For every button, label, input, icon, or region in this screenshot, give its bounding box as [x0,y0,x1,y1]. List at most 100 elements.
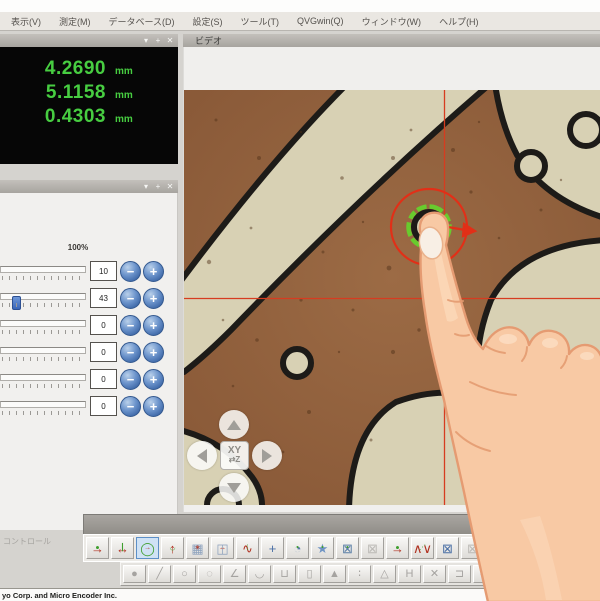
menu-item[interactable]: ヘルプ(H) [430,15,488,28]
pin-icon[interactable]: + [153,36,163,45]
slider-track[interactable] [0,320,86,327]
slider-value-field[interactable]: 10 [90,261,117,281]
menu-item[interactable]: QVGwin(Q) [288,16,353,26]
dro-value: 4.2690 [44,58,106,79]
shape-angle[interactable]: ∠ [223,565,246,583]
slider-ticks [2,330,84,334]
decrement-button[interactable]: − [120,315,141,336]
slider-track[interactable] [0,374,86,381]
menu-item[interactable]: データベース(D) [100,15,184,28]
down-arrow-icon [227,482,241,493]
stage-right-button[interactable] [252,441,282,470]
tool-box-measure[interactable]: ⊠ • [336,537,359,559]
xy-z-toggle-button[interactable]: XY ⇄Z [220,441,249,470]
menu-bar: 表示(V) 測定(M) データベース(D) 設定(S) ツール(T) QVGwin(Q) ウ… [0,12,600,31]
tool-box-disabled[interactable]: ⊠ [361,537,384,559]
tool-crosshair-probe[interactable]: + [261,537,284,559]
panel-menu-icon[interactable]: ▾ [141,36,151,45]
decrement-button[interactable]: − [120,288,141,309]
dro-unit: mm [115,90,133,101]
slider-ticks [2,276,84,280]
close-icon[interactable]: ✕ [165,182,175,191]
counter-panel-titlebar[interactable]: ▾ + ✕ [0,34,178,47]
slider-track[interactable] [0,266,86,273]
shape-point[interactable]: ● [123,565,146,583]
tool-one-click-circle[interactable]: ◔ • [286,537,309,559]
decrement-button[interactable]: − [120,342,141,363]
shape-rect[interactable]: ▯ [298,565,321,583]
increment-button[interactable]: + [143,315,164,336]
slider-row: 43 − + [0,288,177,310]
increment-button[interactable]: + [143,396,164,417]
menu-item[interactable]: 設定(S) [184,15,232,28]
slider-ticks [2,303,84,307]
slider-ticks [2,357,84,361]
stage-down-button[interactable] [219,473,249,502]
pin-icon[interactable]: + [153,182,163,191]
slider-value-field[interactable]: 0 [90,342,117,362]
dro-row: 4.2690 mm [0,58,178,82]
tool-circle-detect[interactable]: ◯ → [136,537,159,559]
app-window: 表示(V) 測定(M) データベース(D) 設定(S) ツール(T) QVGwin(Q) ウ… [0,0,600,601]
slider-row: 0 − + [0,342,177,364]
shape-ellipse[interactable]: ◌ [198,565,221,583]
stage-up-button[interactable] [219,410,249,439]
dro-value: 0.4303 [44,106,106,127]
tool-pattern-detect[interactable]: ★ • [311,537,334,559]
video-panel-title: ビデオ [195,36,223,46]
dro-unit: mm [115,114,133,125]
shape-arc[interactable]: ◡ [248,565,271,583]
slider-row: 0 − + [0,369,177,391]
close-icon[interactable]: ✕ [165,36,175,45]
shape-slot[interactable]: ⊔ [273,565,296,583]
tool-autofocus[interactable]: ↑ ◡ [161,537,184,559]
dro-row: 5.1158 mm [0,82,178,106]
slider-row: 0 − + [0,396,177,418]
slider-value-field[interactable]: 0 [90,396,117,416]
increment-button[interactable]: + [143,342,164,363]
slider-ticks [2,411,84,415]
dock-footer-label: コントロール [3,537,51,546]
tool-scan-path[interactable]: ∿ ⋮ [236,537,259,559]
increment-button[interactable]: + [143,369,164,390]
slider-value-field[interactable]: 0 [90,369,117,389]
increment-button[interactable]: + [143,261,164,282]
slider-value-field[interactable]: 43 [90,288,117,308]
panel-menu-icon[interactable]: ▾ [141,182,151,191]
coordinate-counter-panel: 4.2690 mm 5.1158 mm 0.4303 mm [0,47,178,164]
tool-box-edge[interactable]: ◫ ↔ [211,537,234,559]
slider-track[interactable] [0,347,86,354]
right-arrow-icon [262,448,272,463]
tool-move-stage[interactable]: → ● [86,537,109,559]
copyright-text: yo Corp. and Micro Encoder Inc. [2,590,118,600]
shape-circle[interactable]: ○ [173,565,196,583]
video-panel-titlebar[interactable]: ビデオ [183,34,600,47]
shape-cone[interactable]: ▲ [323,565,346,583]
stage-left-button[interactable] [187,441,217,470]
left-arrow-icon [197,448,207,463]
decrement-button[interactable]: − [120,261,141,282]
slider-row: 0 − + [0,315,177,337]
tool-edge-crossing[interactable]: ↔ ┃ [111,537,134,559]
dro-unit: mm [115,66,133,77]
decrement-button[interactable]: − [120,369,141,390]
slider-value-field[interactable]: 0 [90,315,117,335]
decrement-button[interactable]: − [120,396,141,417]
menu-item[interactable]: 測定(M) [50,15,100,28]
slider-track[interactable] [0,293,86,310]
increment-button[interactable]: + [143,288,164,309]
z-label: ⇄Z [228,455,241,464]
dro-row: 0.4303 mm [0,106,178,130]
menu-item[interactable]: ツール(T) [232,15,289,28]
percent-label: 100% [67,243,89,252]
tool-box-align[interactable]: ▦ ∗ [186,537,209,559]
menu-item[interactable]: 表示(V) [2,15,50,28]
slider-panel-titlebar[interactable]: ▾ + ✕ [0,180,178,193]
shape-points[interactable]: ∶ [348,565,371,583]
menu-item[interactable]: ウィンドウ(W) [353,15,431,28]
window-top-strip [0,0,600,12]
light-control-panel: 100% 10 − + 43 − + 0 − + 0 − + 0 − + 0 −… [0,193,178,530]
slider-row: 10 − + [0,261,177,283]
slider-track[interactable] [0,401,86,408]
shape-line[interactable]: ╱ [148,565,171,583]
